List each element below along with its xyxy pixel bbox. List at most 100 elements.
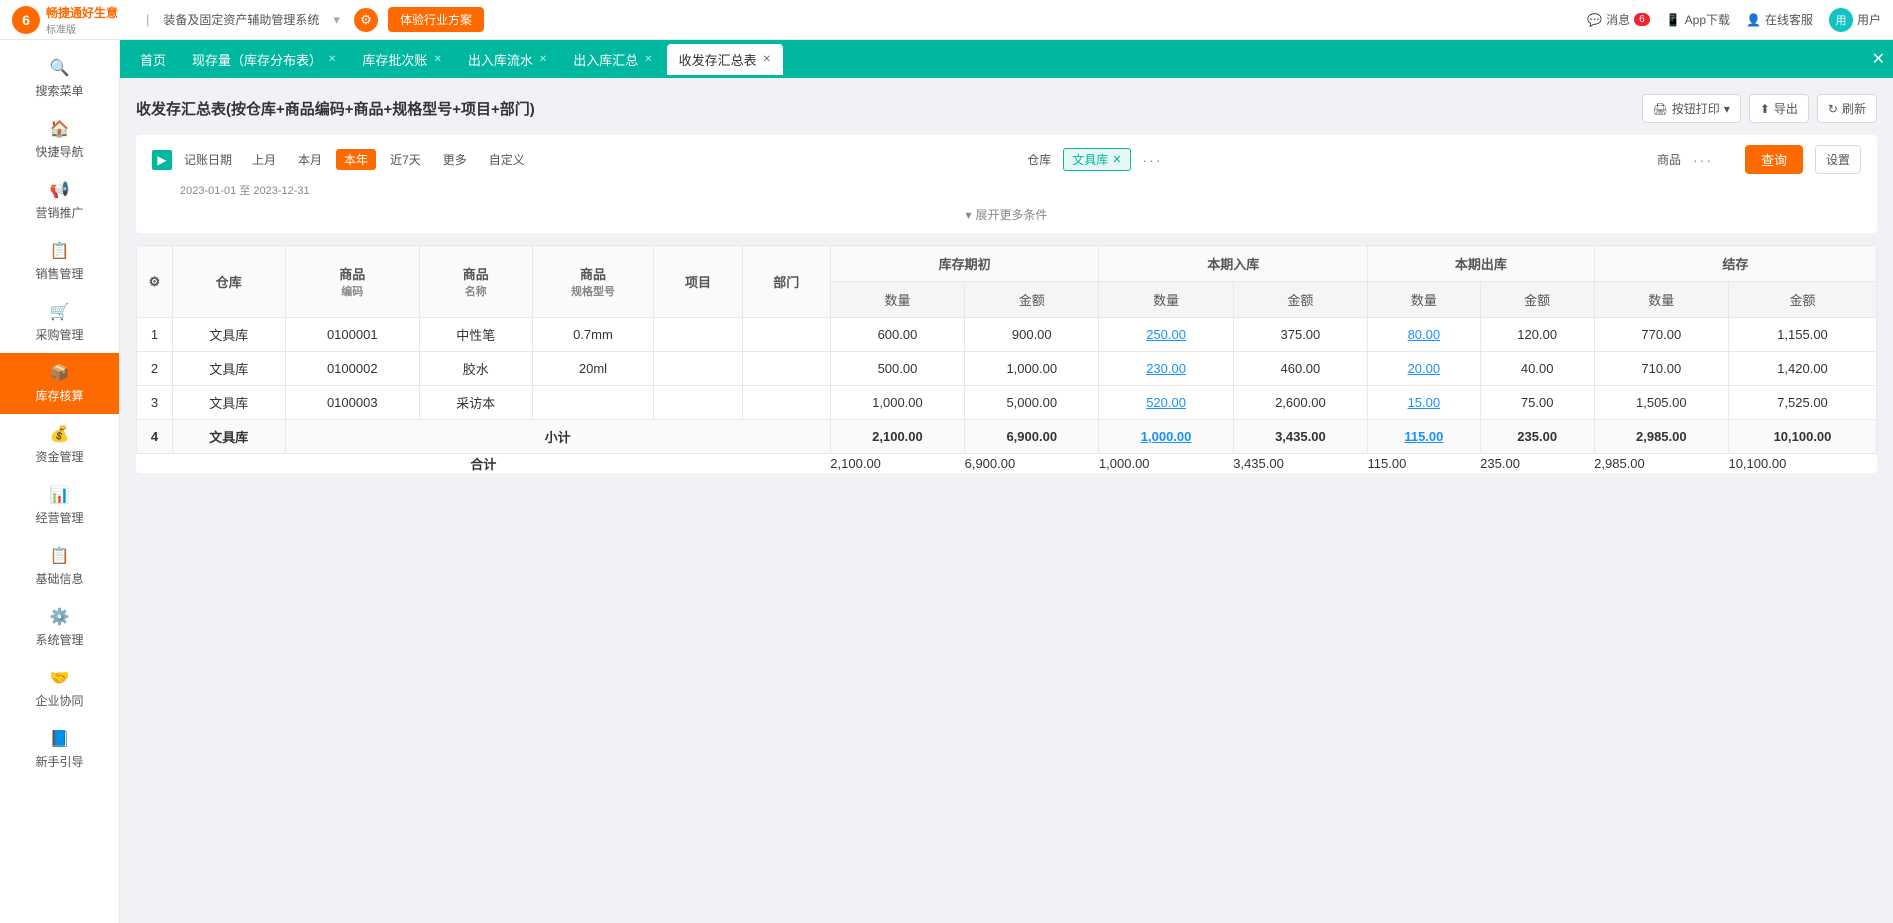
filter-toggle[interactable]: ▶ [152, 150, 172, 170]
print-btn[interactable]: 🖨 按钮打印 ▾ [1642, 94, 1741, 123]
col-closing-qty-header: 数量 [1594, 282, 1728, 318]
filter-search-btn[interactable]: 查询 [1745, 145, 1803, 174]
warehouse-filter-label: 仓库 [1027, 151, 1051, 168]
phone-icon: 📱 [1666, 13, 1681, 27]
filter-set-btn[interactable]: 设置 [1815, 145, 1861, 174]
col-settings-header[interactable]: ⚙ [137, 246, 173, 318]
system-name: 装备及固定资产辅助管理系统 [163, 11, 319, 28]
warehouse-tag: 文具库 ✕ [1063, 148, 1130, 171]
tab-bar: 首页 现存量（库存分布表） ✕ 库存批次账 ✕ 出入库流水 ✕ 出入库汇总 ✕ [120, 40, 1893, 78]
row-out-qty[interactable]: 20.00 [1368, 352, 1481, 386]
tab-summary-close[interactable]: ✕ [644, 54, 652, 65]
trial-btn[interactable]: 体验行业方案 [388, 7, 484, 32]
row-out-qty[interactable]: 15.00 [1368, 386, 1481, 420]
expand-more-btn[interactable]: ▾ 展开更多条件 [152, 206, 1861, 223]
row-closing-qty: 770.00 [1594, 318, 1728, 352]
row-warehouse: 文具库 [173, 318, 286, 352]
tab-batch-label: 库存批次账 [362, 50, 427, 69]
sidebar-item-finance[interactable]: 💰 资金管理 [0, 414, 119, 475]
subtotal-no: 4 [137, 420, 173, 454]
sidebar-item-sales[interactable]: 📋 销售管理 [0, 231, 119, 292]
row-in-qty[interactable]: 520.00 [1099, 386, 1233, 420]
sidebar-item-operations[interactable]: 📊 经营管理 [0, 475, 119, 536]
sidebar-item-base-info[interactable]: 📋 基础信息 [0, 536, 119, 597]
tab-recv-send-close[interactable]: ✕ [763, 54, 771, 65]
settings-icon[interactable]: ⚙ [354, 8, 378, 32]
row-in-qty[interactable]: 250.00 [1099, 318, 1233, 352]
subtotal-in-qty[interactable]: 1,000.00 [1099, 420, 1233, 454]
app-download-item[interactable]: 📱 App下载 [1666, 11, 1730, 28]
logo-icon: 6 [12, 6, 40, 34]
sidebar-item-marketing[interactable]: 📢 营销推广 [0, 170, 119, 231]
filter-bar: ▶ 记账日期 上月 本月 本年 近7天 更多 自定义 仓库 [136, 135, 1877, 233]
row-in-qty[interactable]: 230.00 [1099, 352, 1233, 386]
online-service-item[interactable]: 👤 在线客服 [1746, 11, 1813, 28]
date-btn-more[interactable]: 更多 [435, 149, 475, 170]
col-in-amt-header: 金额 [1233, 282, 1367, 318]
sidebar-item-search[interactable]: 🔍 搜索菜单 [0, 48, 119, 109]
col-project-header: 项目 [654, 246, 742, 318]
guide-icon: 📘 [50, 729, 70, 749]
cooperation-icon: 🤝 [50, 668, 70, 688]
tab-flow[interactable]: 出入库流水 ✕ [456, 44, 559, 75]
tab-recv-send[interactable]: 收发存汇总表 ✕ [667, 44, 783, 75]
message-item[interactable]: 💬 消息 6 [1587, 11, 1650, 28]
main-table: ⚙ 仓库 商品编码 商品名称 商品规格型号 项目 部门 库存期初 本期入库 本 [136, 245, 1877, 473]
row-closing-qty: 710.00 [1594, 352, 1728, 386]
warehouse-more-dots[interactable]: ··· [1143, 152, 1163, 168]
date-btn-this-month[interactable]: 本月 [290, 149, 330, 170]
row-opening-qty: 500.00 [830, 352, 964, 386]
date-filter-label: 记账日期 [184, 151, 232, 168]
tab-batch[interactable]: 库存批次账 ✕ [350, 44, 453, 75]
refresh-btn[interactable]: ↻ 刷新 [1817, 94, 1877, 123]
sidebar-item-inventory[interactable]: 📦 库存核算 [0, 353, 119, 414]
date-btn-custom[interactable]: 自定义 [481, 149, 533, 170]
tab-summary[interactable]: 出入库汇总 ✕ [561, 44, 664, 75]
warehouse-tag-close[interactable]: ✕ [1112, 153, 1121, 166]
user-item[interactable]: 用 用户 [1829, 8, 1881, 32]
col-out-amt-header: 金额 [1480, 282, 1594, 318]
row-out-qty[interactable]: 80.00 [1368, 318, 1481, 352]
row-closing-qty: 1,505.00 [1594, 386, 1728, 420]
tab-stock-dist-close[interactable]: ✕ [328, 54, 336, 65]
main-layout: 🔍 搜索菜单 🏠 快捷导航 📢 营销推广 📋 销售管理 🛒 采购管理 📦 [0, 40, 1893, 923]
col-in-header: 本期入库 [1099, 246, 1368, 282]
row-opening-qty: 1,000.00 [830, 386, 964, 420]
tab-flow-close[interactable]: ✕ [539, 54, 547, 65]
service-icon: 👤 [1746, 13, 1761, 27]
sidebar-item-purchase[interactable]: 🛒 采购管理 [0, 292, 119, 353]
row-warehouse: 文具库 [173, 386, 286, 420]
row-closing-amt: 1,155.00 [1728, 318, 1876, 352]
app-title-line2: 标准版 [46, 21, 118, 36]
date-btn-this-year[interactable]: 本年 [336, 149, 376, 170]
message-badge: 6 [1634, 13, 1650, 26]
app-logo: 6 畅捷通好生意 标准版 [12, 4, 132, 36]
sidebar-item-cooperation[interactable]: 🤝 企业协同 [0, 658, 119, 719]
sidebar-item-system[interactable]: ⚙️ 系统管理 [0, 597, 119, 658]
goods-more-dots[interactable]: ··· [1693, 152, 1713, 168]
sidebar-item-label-operations: 经营管理 [35, 509, 83, 526]
row-opening-amt: 1,000.00 [965, 352, 1099, 386]
subtotal-out-qty[interactable]: 115.00 [1368, 420, 1481, 454]
row-project [654, 386, 742, 420]
tab-home[interactable]: 首页 [128, 44, 178, 75]
sidebar-item-label-finance: 资金管理 [35, 448, 83, 465]
row-out-amt: 75.00 [1480, 386, 1594, 420]
tab-stock-dist[interactable]: 现存量（库存分布表） ✕ [180, 44, 348, 75]
online-service-label: 在线客服 [1765, 11, 1813, 28]
export-btn[interactable]: ⬆ 导出 [1749, 94, 1809, 123]
date-btn-prev-month[interactable]: 上月 [244, 149, 284, 170]
row-dept [742, 318, 830, 352]
row-no: 1 [137, 318, 173, 352]
subtotal-in-amt: 3,435.00 [1233, 420, 1367, 454]
tab-bar-close[interactable]: ✕ [1872, 49, 1885, 69]
date-btn-7days[interactable]: 近7天 [382, 149, 429, 170]
user-avatar: 用 [1829, 8, 1853, 32]
page-title: 收发存汇总表(按仓库+商品编码+商品+规格型号+项目+部门) [136, 98, 535, 119]
col-opening-header: 库存期初 [830, 246, 1099, 282]
col-closing-header: 结存 [1594, 246, 1876, 282]
sidebar-item-quick-nav[interactable]: 🏠 快捷导航 [0, 109, 119, 170]
tab-batch-close[interactable]: ✕ [433, 54, 441, 65]
system-icon: ⚙️ [50, 607, 70, 627]
sidebar-item-guide[interactable]: 📘 新手引导 [0, 719, 119, 780]
